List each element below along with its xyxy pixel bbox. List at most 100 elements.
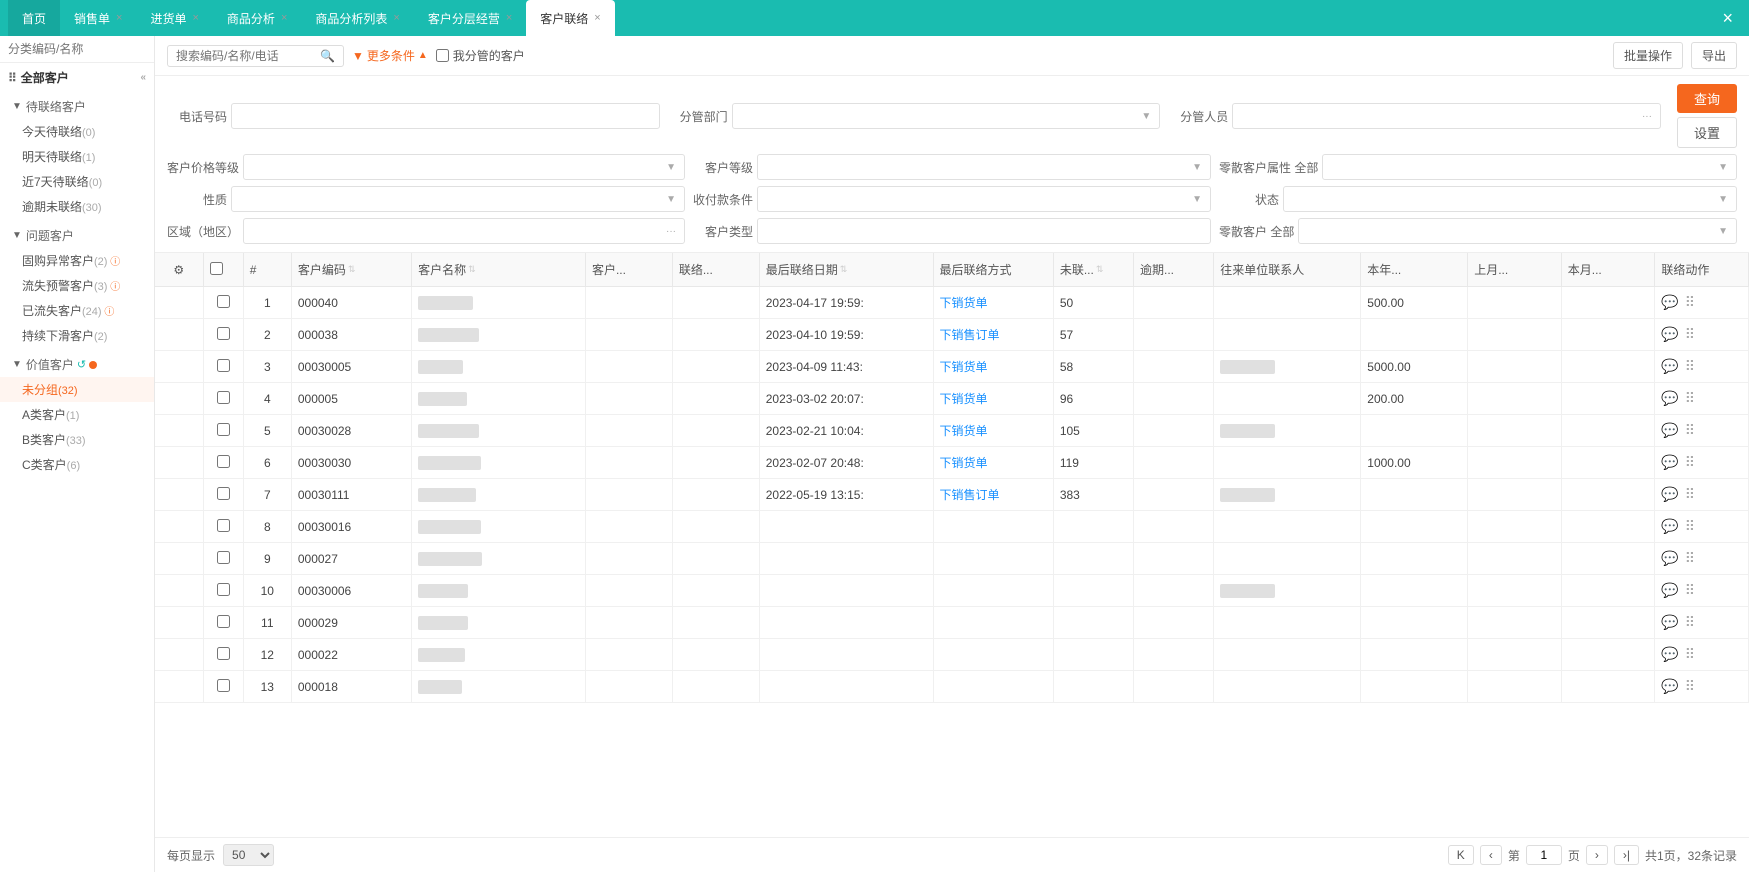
td-checkbox[interactable] bbox=[203, 287, 243, 319]
sidebar-item-churn-warn[interactable]: 流失预警客户(3) ⓘ bbox=[0, 273, 154, 298]
th-gear[interactable]: ⚙ bbox=[155, 253, 203, 287]
next-page-button[interactable]: › bbox=[1586, 845, 1608, 865]
td-last-contact-method[interactable]: 下销货单 bbox=[933, 383, 1053, 415]
row-checkbox[interactable] bbox=[217, 455, 230, 468]
tab-sales[interactable]: 销售单 × bbox=[60, 0, 136, 36]
contact-method-link[interactable]: 下销货单 bbox=[940, 424, 988, 438]
menu-action-icon[interactable]: ⠿ bbox=[1685, 422, 1695, 439]
menu-action-icon[interactable]: ⠿ bbox=[1685, 454, 1695, 471]
sidebar-item-ungroup[interactable]: 未分组(32) bbox=[0, 377, 154, 402]
tab-customer-contact-close[interactable]: × bbox=[594, 12, 600, 24]
contact-method-link[interactable]: 下销售订单 bbox=[940, 328, 1000, 342]
row-checkbox[interactable] bbox=[217, 295, 230, 308]
sidebar-item-declining[interactable]: 持续下滑客户(2) bbox=[0, 323, 154, 348]
sidebar-item-today[interactable]: 今天待联络(0) bbox=[0, 119, 154, 144]
sidebar-item-c-class[interactable]: C类客户(6) bbox=[0, 452, 154, 477]
payment-select[interactable]: ▼ bbox=[757, 186, 1211, 212]
all-customers-header[interactable]: ⠿ 全部客户 « bbox=[0, 63, 154, 92]
td-checkbox[interactable] bbox=[203, 671, 243, 703]
td-checkbox[interactable] bbox=[203, 447, 243, 479]
first-page-button[interactable]: K bbox=[1448, 845, 1474, 865]
chat-action-icon[interactable]: 💬 bbox=[1661, 486, 1678, 503]
chat-action-icon[interactable]: 💬 bbox=[1661, 454, 1678, 471]
more-conditions-button[interactable]: ▼ 更多条件 ▲ bbox=[352, 47, 428, 64]
row-checkbox[interactable] bbox=[217, 359, 230, 372]
chat-action-icon[interactable]: 💬 bbox=[1661, 358, 1678, 375]
dept-select[interactable]: ▼ bbox=[732, 103, 1161, 129]
td-checkbox[interactable] bbox=[203, 511, 243, 543]
row-checkbox[interactable] bbox=[217, 551, 230, 564]
td-checkbox[interactable] bbox=[203, 479, 243, 511]
menu-action-icon[interactable]: ⠿ bbox=[1685, 518, 1695, 535]
chat-action-icon[interactable]: 💬 bbox=[1661, 550, 1678, 567]
my-customers-input[interactable] bbox=[436, 49, 449, 62]
row-checkbox[interactable] bbox=[217, 647, 230, 660]
search-input[interactable] bbox=[176, 49, 316, 63]
sidebar-item-b-class[interactable]: B类客户(33) bbox=[0, 427, 154, 452]
tab-product-list[interactable]: 商品分析列表 × bbox=[301, 0, 413, 36]
th-code[interactable]: 客户编码⇅ bbox=[291, 253, 411, 287]
chat-action-icon[interactable]: 💬 bbox=[1661, 646, 1678, 663]
th-last-contact-date[interactable]: 最后联络日期⇅ bbox=[759, 253, 933, 287]
td-checkbox[interactable] bbox=[203, 319, 243, 351]
menu-action-icon[interactable]: ⠿ bbox=[1685, 294, 1695, 311]
chat-action-icon[interactable]: 💬 bbox=[1661, 614, 1678, 631]
chat-action-icon[interactable]: 💬 bbox=[1661, 518, 1678, 535]
td-last-contact-method[interactable]: 下销货单 bbox=[933, 287, 1053, 319]
problem-customers-title[interactable]: ▼ 问题客户 bbox=[0, 223, 154, 248]
refresh-icon[interactable]: ↺ bbox=[77, 358, 86, 371]
tab-customer-segment[interactable]: 客户分层经营 × bbox=[414, 0, 526, 36]
menu-action-icon[interactable]: ⠿ bbox=[1685, 326, 1695, 343]
td-last-contact-method[interactable]: 下销货单 bbox=[933, 351, 1053, 383]
gear-icon[interactable]: ⚙ bbox=[173, 263, 184, 277]
th-name[interactable]: 客户名称⇅ bbox=[412, 253, 586, 287]
tab-product-analysis[interactable]: 商品分析 × bbox=[213, 0, 301, 36]
chat-action-icon[interactable]: 💬 bbox=[1661, 582, 1678, 599]
menu-action-icon[interactable]: ⠿ bbox=[1685, 582, 1695, 599]
prev-page-button[interactable]: ‹ bbox=[1480, 845, 1502, 865]
close-all-button[interactable]: × bbox=[1714, 8, 1741, 29]
price-grade-select[interactable]: ▼ bbox=[243, 154, 685, 180]
tab-customer-contact[interactable]: 客户联络 × bbox=[526, 0, 614, 36]
chat-action-icon[interactable]: 💬 bbox=[1661, 294, 1678, 311]
menu-action-icon[interactable]: ⠿ bbox=[1685, 390, 1695, 407]
customer-type-select[interactable] bbox=[757, 218, 1211, 244]
retail-attr-select[interactable]: ▼ bbox=[1322, 154, 1737, 180]
sidebar-item-7days[interactable]: 近7天待联络(0) bbox=[0, 169, 154, 194]
chat-action-icon[interactable]: 💬 bbox=[1661, 422, 1678, 439]
td-last-contact-method[interactable]: 下销货单 bbox=[933, 447, 1053, 479]
row-checkbox[interactable] bbox=[217, 615, 230, 628]
tab-purchase[interactable]: 进货单 × bbox=[136, 0, 212, 36]
sidebar-search-input[interactable] bbox=[8, 42, 155, 56]
row-checkbox[interactable] bbox=[217, 327, 230, 340]
sidebar-collapse-icon[interactable]: « bbox=[140, 72, 146, 83]
th-no-contact[interactable]: 未联...⇅ bbox=[1053, 253, 1133, 287]
tab-customer-segment-close[interactable]: × bbox=[506, 12, 512, 24]
contact-method-link[interactable]: 下销货单 bbox=[940, 296, 988, 310]
row-checkbox[interactable] bbox=[217, 583, 230, 596]
sidebar-item-a-class[interactable]: A类客户(1) bbox=[0, 402, 154, 427]
menu-action-icon[interactable]: ⠿ bbox=[1685, 358, 1695, 375]
sidebar-item-churned[interactable]: 已流失客户(24) ⓘ bbox=[0, 298, 154, 323]
reset-button[interactable]: 设置 bbox=[1677, 117, 1737, 148]
row-checkbox[interactable] bbox=[217, 391, 230, 404]
customer-grade-select[interactable]: ▼ bbox=[757, 154, 1211, 180]
export-button[interactable]: 导出 bbox=[1691, 42, 1737, 69]
chat-action-icon[interactable]: 💬 bbox=[1661, 678, 1678, 695]
menu-action-icon[interactable]: ⠿ bbox=[1685, 486, 1695, 503]
menu-action-icon[interactable]: ⠿ bbox=[1685, 614, 1695, 631]
query-button[interactable]: 查询 bbox=[1677, 84, 1737, 113]
td-checkbox[interactable] bbox=[203, 639, 243, 671]
td-last-contact-method[interactable]: 下销货单 bbox=[933, 415, 1053, 447]
sidebar-item-tomorrow[interactable]: 明天待联络(1) bbox=[0, 144, 154, 169]
tab-purchase-close[interactable]: × bbox=[192, 12, 198, 24]
manager-select[interactable]: ··· bbox=[1232, 103, 1661, 129]
value-customers-title[interactable]: ▼ 价值客户 ↺ bbox=[0, 352, 154, 377]
row-checkbox[interactable] bbox=[217, 423, 230, 436]
row-checkbox[interactable] bbox=[217, 679, 230, 692]
status-select[interactable]: ▼ bbox=[1283, 186, 1737, 212]
row-checkbox[interactable] bbox=[217, 519, 230, 532]
sidebar-item-abnormal[interactable]: 固购异常客户(2) ⓘ bbox=[0, 248, 154, 273]
region-select[interactable]: ··· bbox=[243, 218, 685, 244]
menu-action-icon[interactable]: ⠿ bbox=[1685, 678, 1695, 695]
